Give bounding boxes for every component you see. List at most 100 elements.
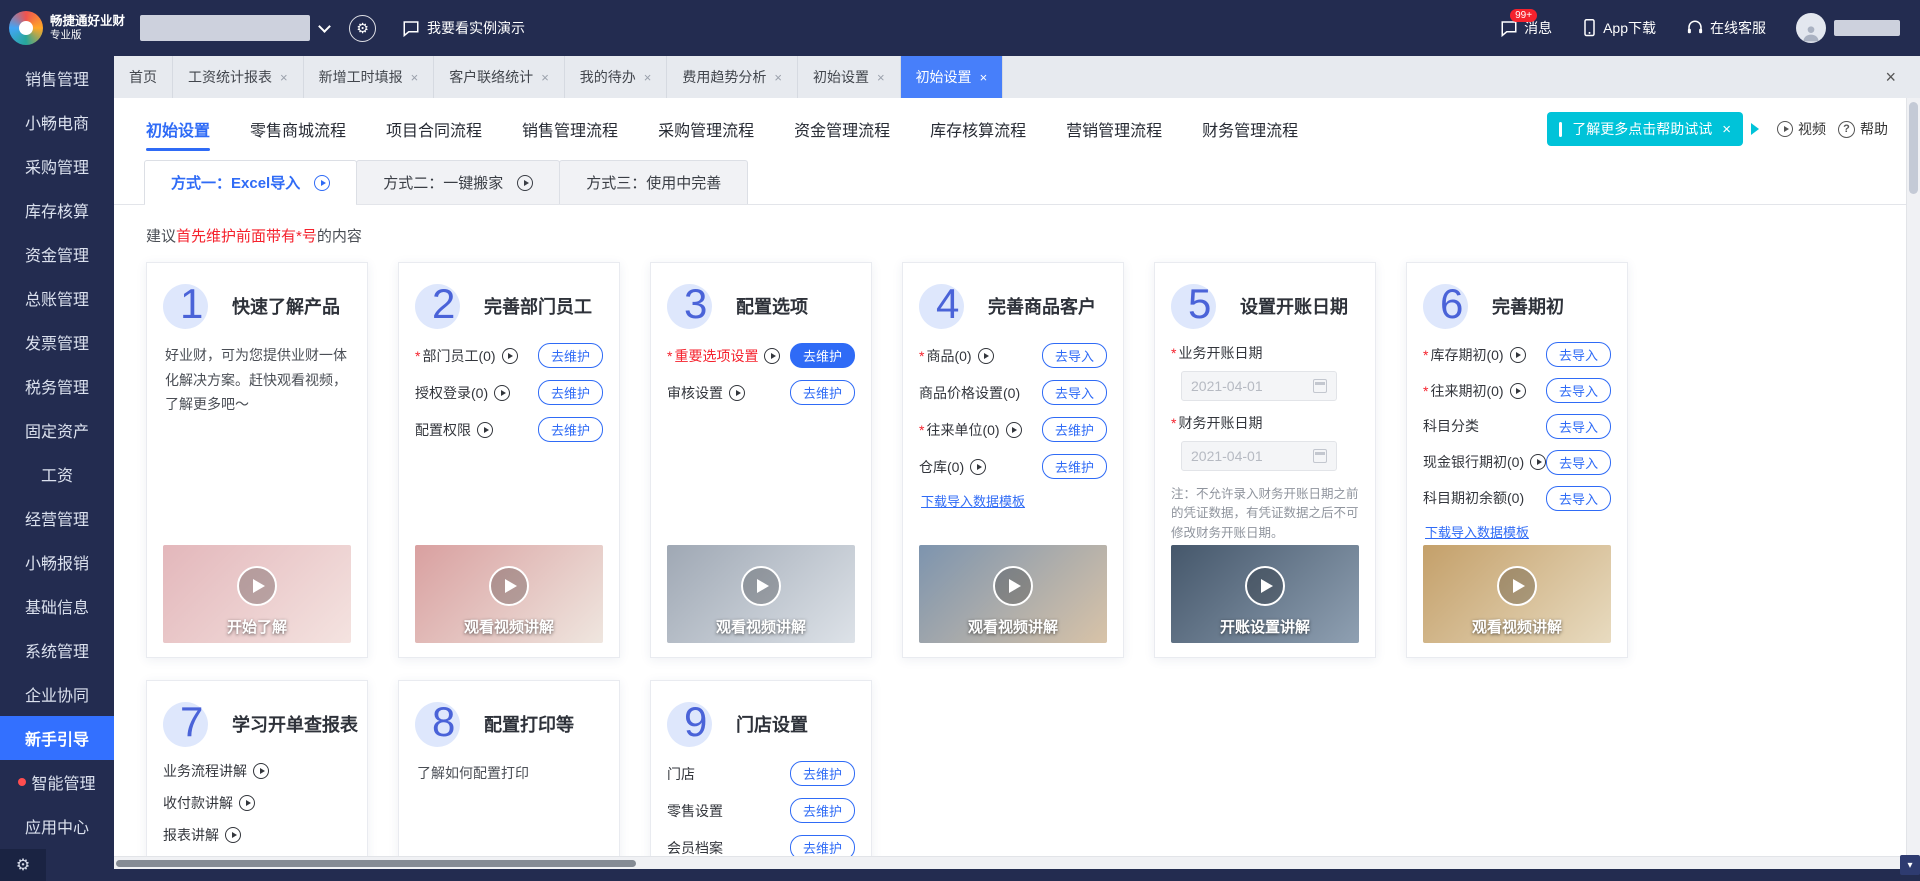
action-button[interactable]: 去维护 (1041, 417, 1107, 442)
play-icon[interactable] (1530, 454, 1547, 471)
tab-close-icon[interactable]: × (541, 70, 549, 85)
flow-nav-item-5[interactable]: 采购管理流程 (656, 98, 756, 160)
sidebar-item-8[interactable]: 税务管理 (0, 364, 114, 408)
sidebar-item-9[interactable]: 固定资产 (0, 408, 114, 452)
video-thumbnail[interactable]: 观看视频讲解 (1423, 545, 1611, 643)
play-button-icon[interactable] (489, 566, 529, 607)
user-account[interactable] (1796, 13, 1900, 43)
tab-3[interactable]: 新增工时填报 × (304, 56, 435, 98)
play-icon[interactable] (1509, 382, 1526, 399)
action-button[interactable]: 去维护 (789, 380, 855, 405)
video-link[interactable]: 视频 (1771, 119, 1826, 139)
action-button[interactable]: 去维护 (1041, 454, 1107, 479)
action-button[interactable]: 去维护 (789, 761, 855, 786)
sidebar-item-18[interactable]: 应用中心 (0, 804, 114, 848)
sidebar-item-11[interactable]: 经营管理 (0, 496, 114, 540)
play-icon[interactable] (729, 384, 745, 401)
tab-7[interactable]: 初始设置 × (798, 56, 901, 98)
method-tab-3[interactable]: 方式三：使用中完善 (559, 160, 749, 204)
horizontal-scrollbar[interactable] (114, 856, 1906, 869)
download-template-link[interactable]: 下载导入数据模板 (1425, 522, 1611, 541)
tab-close-icon[interactable]: × (411, 70, 419, 85)
play-icon[interactable] (501, 347, 518, 364)
company-selector[interactable] (140, 15, 331, 41)
sidebar-item-14[interactable]: 系统管理 (0, 628, 114, 672)
download-template-link[interactable]: 下载导入数据模板 (921, 491, 1107, 510)
play-button-icon[interactable] (1245, 566, 1285, 607)
banner-close-icon[interactable]: × (1722, 121, 1731, 138)
action-button[interactable]: 去导入 (1545, 342, 1611, 368)
action-button[interactable]: 去维护 (537, 380, 603, 405)
video-thumbnail[interactable]: 开账设置讲解 (1171, 545, 1359, 643)
collapse-caret-button[interactable]: ▾ (1900, 855, 1920, 875)
tab-close-icon[interactable]: × (877, 70, 885, 85)
action-button[interactable]: 去导入 (1546, 449, 1612, 475)
sidebar-item-5[interactable]: 资金管理 (0, 232, 114, 276)
demo-link[interactable]: 我要看实例演示 (402, 18, 525, 38)
flow-nav-item-1[interactable]: 初始设置 (144, 98, 212, 160)
tab-6[interactable]: 费用趋势分析 × (667, 56, 798, 98)
play-icon[interactable] (225, 827, 241, 843)
tab-5[interactable]: 我的待办 × (565, 56, 668, 98)
play-button-icon[interactable] (237, 566, 277, 607)
sidebar-item-15[interactable]: 企业协同 (0, 672, 114, 716)
horizontal-scrollbar-thumb[interactable] (116, 860, 636, 867)
sidebar-item-2[interactable]: 小畅电商 (0, 100, 114, 144)
flow-nav-item-9[interactable]: 财务管理流程 (1200, 98, 1300, 160)
flow-nav-item-4[interactable]: 销售管理流程 (520, 98, 620, 160)
sidebar-item-3[interactable]: 采购管理 (0, 144, 114, 188)
play-button-icon[interactable] (741, 566, 781, 607)
action-button[interactable]: 去维护 (537, 417, 603, 442)
video-thumbnail[interactable]: 观看视频讲解 (919, 545, 1107, 643)
flow-nav-item-6[interactable]: 资金管理流程 (792, 98, 892, 160)
sidebar-item-4[interactable]: 库存核算 (0, 188, 114, 232)
video-thumbnail[interactable]: 观看视频讲解 (667, 545, 855, 643)
date-input[interactable]: 2021-04-01 (1181, 441, 1337, 471)
play-icon[interactable] (1005, 421, 1022, 438)
play-icon[interactable] (253, 763, 269, 779)
sidebar-settings-gear-button[interactable]: ⚙ (0, 849, 46, 881)
action-button[interactable]: 去导入 (1545, 378, 1611, 404)
flow-nav-item-3[interactable]: 项目合同流程 (384, 98, 484, 160)
action-button[interactable]: 去导入 (1545, 485, 1611, 511)
flow-nav-item-2[interactable]: 零售商城流程 (248, 98, 348, 160)
sidebar-item-17[interactable]: 智能管理 (0, 760, 114, 804)
action-button[interactable]: 去维护 (789, 343, 855, 368)
play-button-icon[interactable] (993, 566, 1033, 607)
play-icon[interactable] (970, 458, 987, 475)
play-button-icon[interactable] (1497, 566, 1537, 607)
vertical-scrollbar[interactable] (1906, 98, 1920, 856)
flow-nav-item-7[interactable]: 库存核算流程 (928, 98, 1028, 160)
action-button[interactable]: 去导入 (1041, 380, 1107, 405)
tab-8[interactable]: 初始设置 × (900, 56, 1004, 98)
tab-close-icon[interactable]: × (980, 70, 988, 85)
play-icon[interactable] (477, 421, 493, 438)
vertical-scrollbar-thumb[interactable] (1909, 102, 1918, 194)
sidebar-item-10[interactable]: 工资 (0, 452, 114, 496)
play-icon[interactable] (764, 347, 781, 364)
date-input[interactable]: 2021-04-01 (1181, 371, 1337, 401)
action-button[interactable]: 去维护 (537, 343, 603, 368)
app-logo[interactable]: 畅捷通好业财 专业版 (0, 11, 125, 45)
tab-close-icon[interactable]: × (280, 70, 288, 85)
flow-nav-item-8[interactable]: 营销管理流程 (1064, 98, 1164, 160)
sidebar-item-1[interactable]: 销售管理 (0, 56, 114, 100)
action-button[interactable]: 去维护 (789, 798, 855, 823)
sidebar-item-16[interactable]: 新手引导 (0, 716, 114, 760)
settings-gear-button[interactable]: ⚙ (349, 14, 376, 42)
action-button[interactable]: 去导入 (1041, 343, 1107, 368)
play-icon[interactable] (494, 384, 511, 401)
play-icon[interactable] (977, 347, 994, 364)
sidebar-item-13[interactable]: 基础信息 (0, 584, 114, 628)
close-tabs-icon[interactable]: × (1885, 56, 1896, 98)
tab-close-icon[interactable]: × (774, 70, 782, 85)
play-icon[interactable] (239, 795, 255, 811)
tab-4[interactable]: 客户联络统计 × (434, 56, 565, 98)
tab-2[interactable]: 工资统计报表 × (173, 56, 304, 98)
sidebar-item-12[interactable]: 小畅报销 (0, 540, 114, 584)
help-link[interactable]: ? 帮助 (1838, 119, 1888, 139)
video-thumbnail[interactable]: 开始了解 (163, 545, 351, 643)
online-support-button[interactable]: 在线客服 (1686, 18, 1766, 38)
action-button[interactable]: 去维护 (789, 835, 855, 856)
action-button[interactable]: 去导入 (1545, 414, 1611, 439)
